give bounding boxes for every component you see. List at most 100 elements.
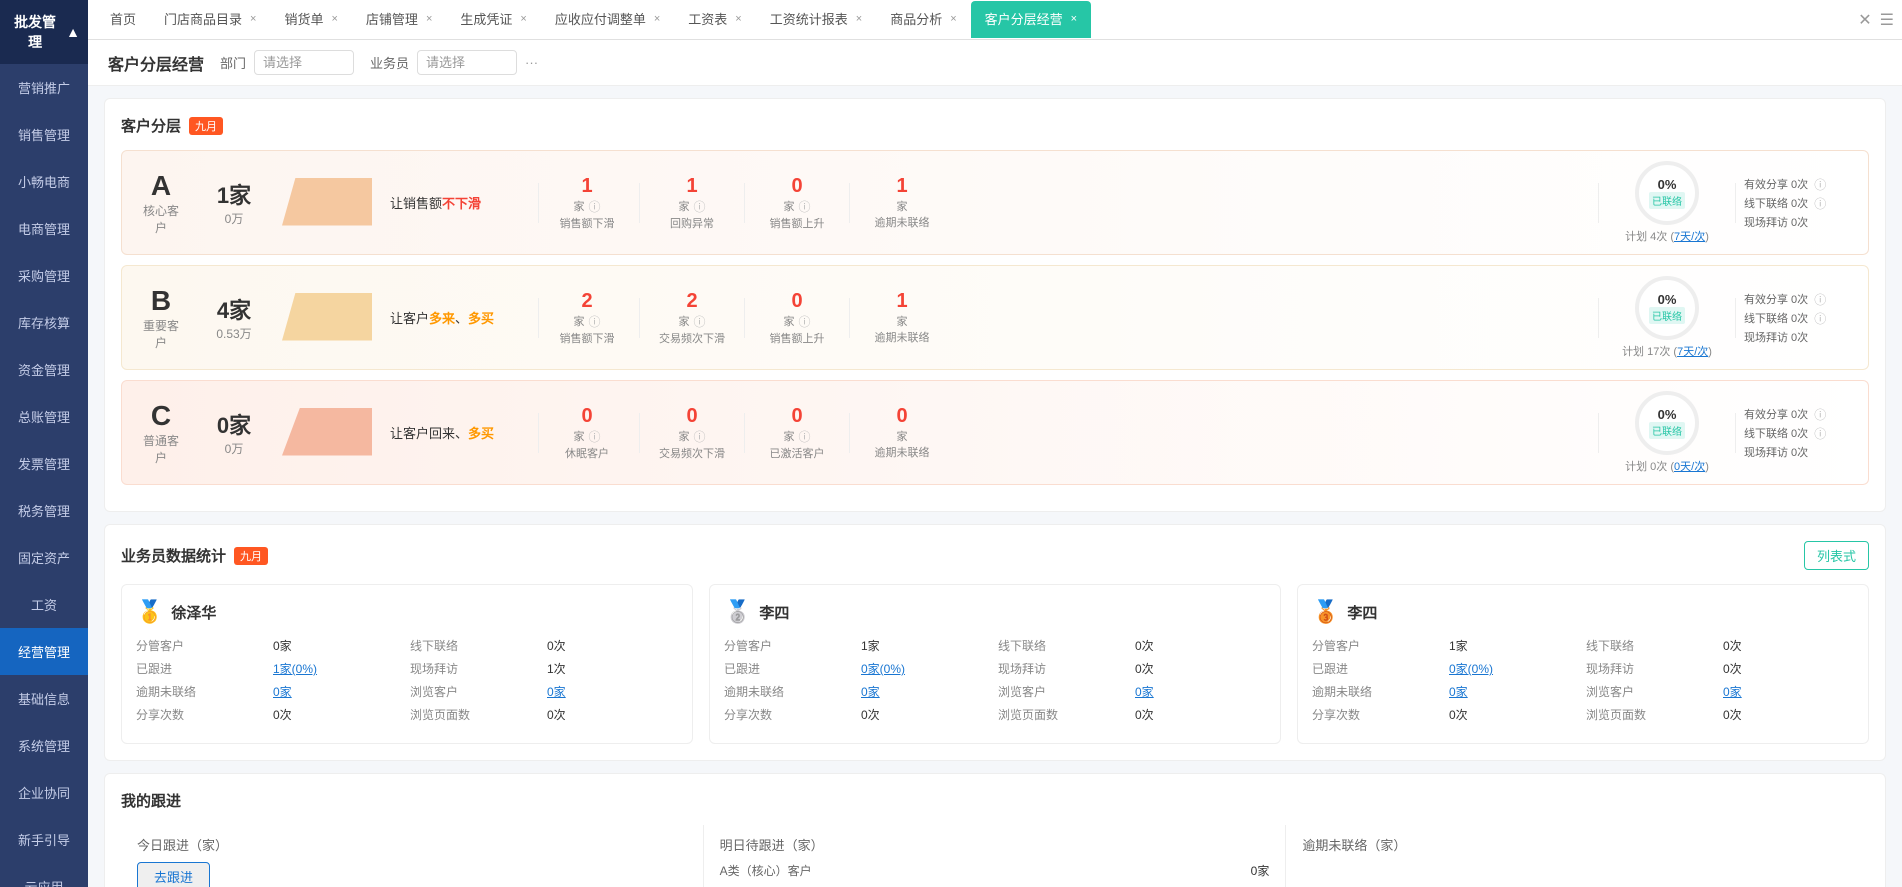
sidebar-item-basic[interactable]: 基础信息 <box>0 675 88 722</box>
main-area: 首页 门店商品目录× 销货单× 店铺管理× 生成凭证× 应收应付调整单× 工资表… <box>88 0 1902 887</box>
tab-close-icon[interactable]: ✕ <box>1858 10 1871 30</box>
tab-close-ar-adjust[interactable]: × <box>654 13 660 25</box>
sidebar-item-collab[interactable]: 企业协同 <box>0 769 88 816</box>
dept-select[interactable]: 请选择 <box>254 50 354 75</box>
tab-menu-icon[interactable]: ☰ <box>1880 10 1894 30</box>
tier-c-stat-4: 0 家 逾期未联络 <box>862 405 942 460</box>
tab-home[interactable]: 首页 <box>96 1 150 38</box>
tier-a-letter: A <box>146 170 176 202</box>
sidebar: 批发管理 ▲ 营销推广 销售管理 小畅电商 电商管理 采购管理 库存核算 资金管… <box>0 0 88 887</box>
go-followup-button[interactable]: 去跟进 <box>137 862 210 887</box>
followup-overdue-title: 逾期未联络（家） <box>1302 835 1853 854</box>
biz-stats-section: 业务员数据统计 九月 列表式 🥇 徐泽华 分管客户0家 线下联络0次 <box>104 524 1886 761</box>
tab-customer-tier[interactable]: 客户分层经营× <box>971 1 1091 38</box>
tab-close-payroll-report[interactable]: × <box>856 13 862 25</box>
customer-tier-section: 客户分层 九月 A 核心客户 1家 0万 让销售额不下滑 <box>104 98 1886 512</box>
tier-row-a: A 核心客户 1家 0万 让销售额不下滑 1 家ⓘ <box>121 150 1869 255</box>
tier-a-count: 1家 0万 <box>194 178 274 227</box>
staff-filter: 业务员 请选择 ··· <box>370 50 538 75</box>
biz-stats-title: 业务员数据统计 <box>121 545 226 566</box>
followup-tomorrow: 明日待跟进（家） A类（核心）客户 0家 <box>704 825 1287 887</box>
tier-c-shape <box>282 408 382 458</box>
customer-tier-header: 客户分层 九月 <box>121 115 1869 136</box>
dept-filter: 部门 请选择 <box>220 50 354 75</box>
tier-c-stat-2: 0 家ⓘ 交易频次下滑 <box>652 405 732 461</box>
sidebar-header[interactable]: 批发管理 ▲ <box>0 0 88 64</box>
tab-payroll-report[interactable]: 工资统计报表× <box>756 1 876 38</box>
tier-a-right-stats: 有效分享 0次ⓘ 线下联络 0次ⓘ 现场拜访 0次 <box>1744 176 1854 230</box>
biz-row-3-3: 逾期未联络0家 浏览客户0家 <box>1312 683 1854 700</box>
tab-close-sales-order[interactable]: × <box>331 13 337 25</box>
tier-c-stat-1: 0 家ⓘ 休眠客户 <box>547 405 627 461</box>
sidebar-expand-icon: ▲ <box>66 24 80 40</box>
biz-row-2-2: 已跟进0家(0%) 现场拜访0次 <box>724 660 1266 677</box>
biz-name-2: 李四 <box>759 602 789 623</box>
biz-stats-header: 业务员数据统计 九月 列表式 <box>121 541 1869 570</box>
tab-close-customer-tier[interactable]: × <box>1071 13 1077 25</box>
tier-b-stats: 2 家ⓘ 销售额下滑 2 家ⓘ 交易频次下滑 0 家ⓘ 销售额上升 <box>547 290 1590 346</box>
tab-voucher[interactable]: 生成凭证× <box>446 1 540 38</box>
tier-b-right-stats: 有效分享 0次ⓘ 线下联络 0次ⓘ 现场拜访 0次 <box>1744 291 1854 345</box>
sidebar-item-management[interactable]: 经营管理 <box>0 628 88 675</box>
biz-row-3-4: 分享次数0次 浏览页面数0次 <box>1312 706 1854 723</box>
sidebar-item-ledger[interactable]: 总账管理 <box>0 393 88 440</box>
sidebar-item-tax[interactable]: 税务管理 <box>0 487 88 534</box>
filter-more-icon[interactable]: ··· <box>525 55 538 70</box>
tab-sales-order[interactable]: 销货单× <box>270 1 351 38</box>
sidebar-item-invoice[interactable]: 发票管理 <box>0 440 88 487</box>
biz-stats-month: 九月 <box>234 547 268 565</box>
tier-a-stats: 1 家ⓘ 销售额下滑 1 家ⓘ 回购异常 0 家ⓘ 销售额上升 <box>547 175 1590 231</box>
tier-b-stat-4: 1 家 逾期未联络 <box>862 290 942 345</box>
sidebar-item-payroll[interactable]: 工资 <box>0 581 88 628</box>
sidebar-item-assets[interactable]: 固定资产 <box>0 534 88 581</box>
tab-store-mgmt[interactable]: 店铺管理× <box>352 1 446 38</box>
followup-section: 我的跟进 今日跟进（家） 去跟进 未联络 已联络 下次时间 <box>104 773 1886 887</box>
tab-bar: 首页 门店商品目录× 销货单× 店铺管理× 生成凭证× 应收应付调整单× 工资表… <box>88 0 1902 40</box>
tier-b-letter: B <box>146 285 176 317</box>
staff-select[interactable]: 请选择 <box>417 50 517 75</box>
tab-store-products[interactable]: 门店商品目录× <box>150 1 270 38</box>
sidebar-item-finance[interactable]: 资金管理 <box>0 346 88 393</box>
tab-product-analysis[interactable]: 商品分析× <box>876 1 970 38</box>
tab-close-store-mgmt[interactable]: × <box>426 13 432 25</box>
tab-bar-actions: ✕ ☰ <box>1858 10 1894 30</box>
biz-name-1: 徐泽华 <box>171 602 216 623</box>
sidebar-item-ecom[interactable]: 电商管理 <box>0 205 88 252</box>
sidebar-item-marketing[interactable]: 营销推广 <box>0 64 88 111</box>
customer-tier-title: 客户分层 <box>121 115 181 136</box>
list-view-button[interactable]: 列表式 <box>1804 541 1869 570</box>
tier-a-shape <box>282 178 382 228</box>
tab-close-product-analysis[interactable]: × <box>950 13 956 25</box>
followup-a-label: A类（核心）客户 <box>720 862 812 879</box>
tier-c-stat-3: 0 家ⓘ 已激活客户 <box>757 405 837 461</box>
tab-payroll[interactable]: 工资表× <box>674 1 755 38</box>
sidebar-item-cloud[interactable]: 云应用 <box>0 863 88 887</box>
biz-row-1-1: 分管客户0家 线下联络0次 <box>136 637 678 654</box>
page-header: 客户分层经营 部门 请选择 业务员 请选择 ··· <box>88 40 1902 86</box>
sidebar-item-purchase[interactable]: 采购管理 <box>0 252 88 299</box>
followup-overdue: 逾期未联络（家） <box>1286 825 1869 887</box>
tab-close-payroll[interactable]: × <box>735 13 741 25</box>
tab-close-voucher[interactable]: × <box>520 13 526 25</box>
sidebar-item-sales[interactable]: 销售管理 <box>0 111 88 158</box>
sidebar-item-guide[interactable]: 新手引导 <box>0 816 88 863</box>
tab-ar-adjust[interactable]: 应收应付调整单× <box>541 1 674 38</box>
tier-c-action: 让客户回来、多买 <box>390 423 530 442</box>
sidebar-item-ecom-small[interactable]: 小畅电商 <box>0 158 88 205</box>
page-title: 客户分层经营 <box>108 51 204 75</box>
tier-a-stat-4: 1 家 逾期未联络 <box>862 175 942 230</box>
sidebar-item-inventory[interactable]: 库存核算 <box>0 299 88 346</box>
tier-b-count: 4家 0.53万 <box>194 293 274 342</box>
biz-row-2-1: 分管客户1家 线下联络0次 <box>724 637 1266 654</box>
tier-row-b: B 重要客户 4家 0.53万 让客户多来、多买 2 家ⓘ <box>121 265 1869 370</box>
tier-b-stat-3: 0 家ⓘ 销售额上升 <box>757 290 837 346</box>
medal-1-icon: 🥇 <box>136 599 163 625</box>
followup-a-val: 0家 <box>1251 862 1270 879</box>
dept-label: 部门 <box>220 53 246 72</box>
tier-b-action: 让客户多来、多买 <box>390 308 530 327</box>
tier-b-shape <box>282 293 382 343</box>
tier-c-stats: 0 家ⓘ 休眠客户 0 家ⓘ 交易频次下滑 0 家ⓘ 已激活客户 <box>547 405 1590 461</box>
sidebar-item-system[interactable]: 系统管理 <box>0 722 88 769</box>
tier-c-count: 0家 0万 <box>194 408 274 457</box>
tab-close-store-products[interactable]: × <box>250 13 256 25</box>
